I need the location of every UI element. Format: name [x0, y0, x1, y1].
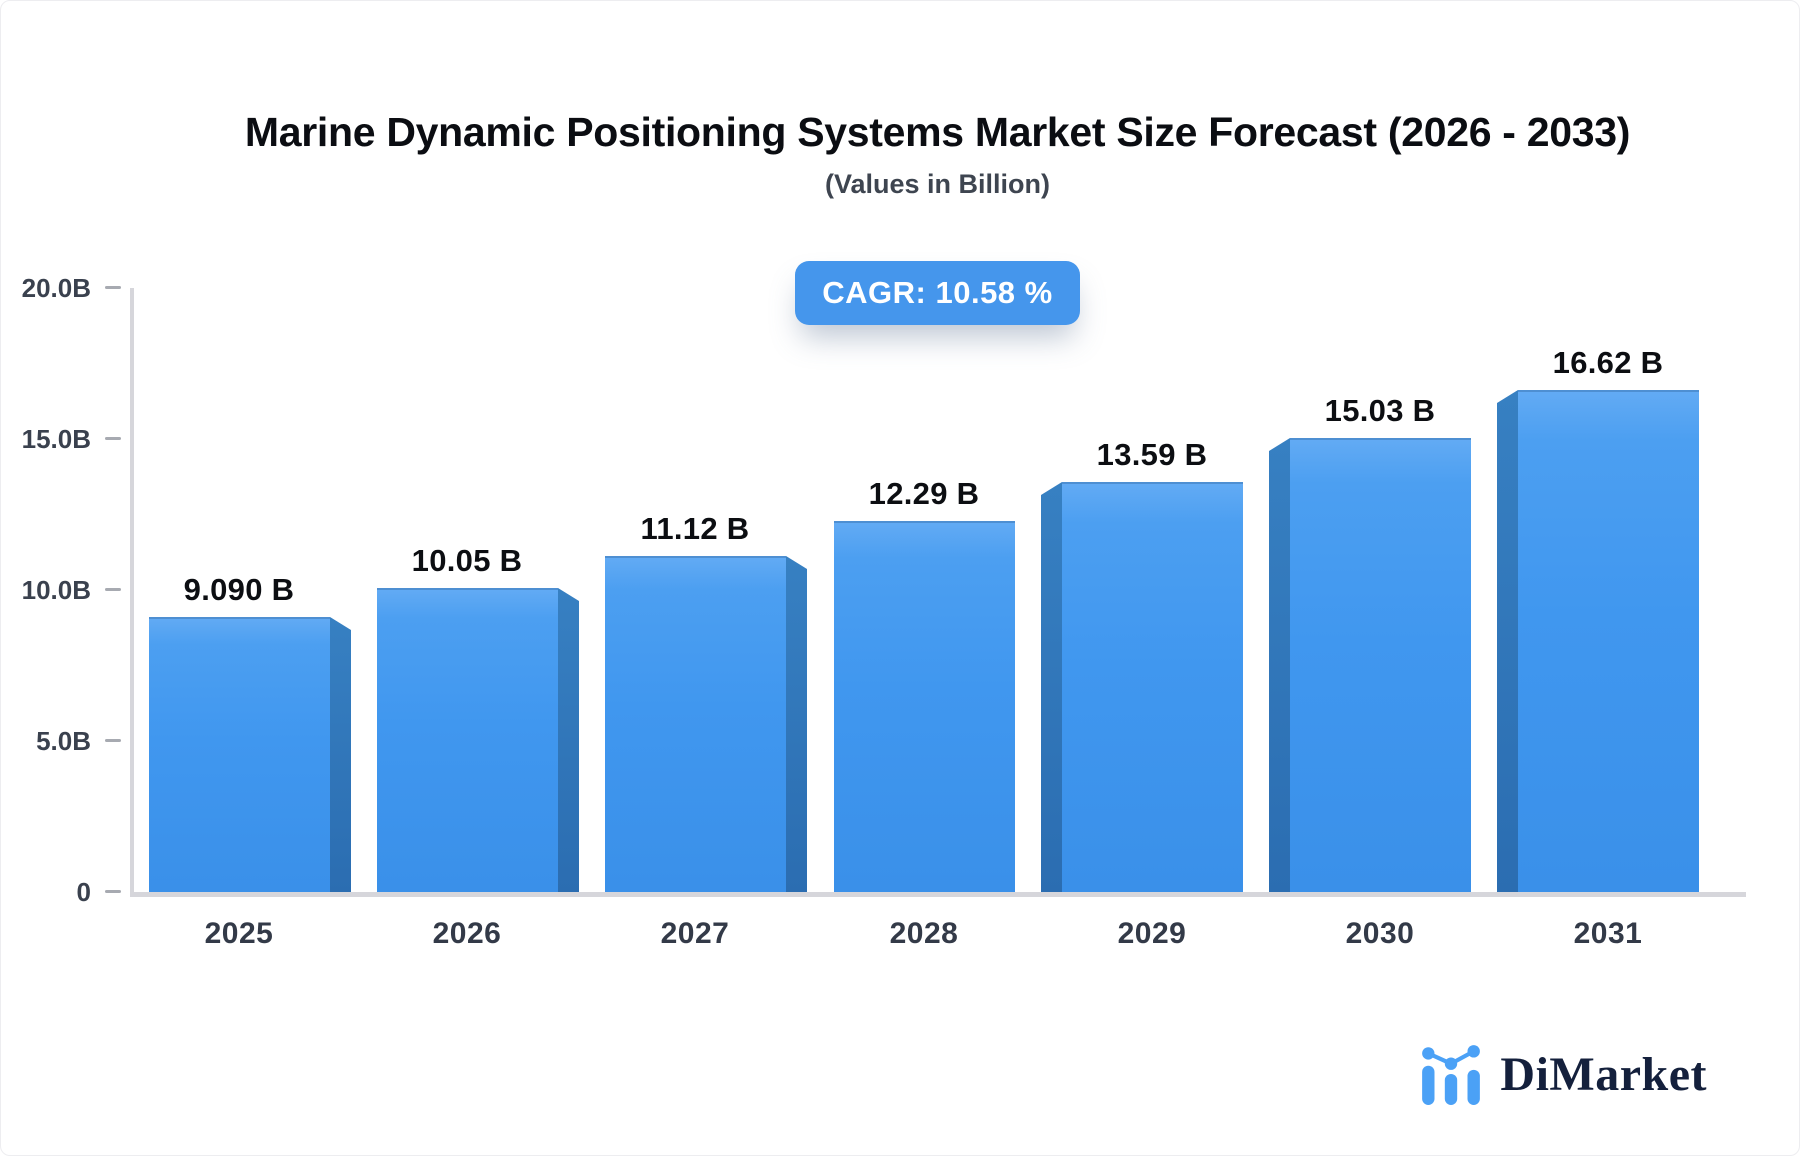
x-axis-label: 2026: [432, 917, 502, 950]
bar-value-label: 13.59 B: [1096, 437, 1208, 472]
bar-chart-logo-icon: [1422, 1045, 1481, 1105]
bar-2026: [377, 588, 579, 892]
logo-text: DiMarket: [1500, 1047, 1707, 1101]
y-axis-tick-label: 10.0B: [21, 575, 91, 605]
bar-2029: [1041, 482, 1243, 892]
x-axis-label: 2031: [1573, 917, 1643, 950]
bar-value-label: 10.05 B: [411, 543, 523, 578]
bar-2030: [1269, 438, 1471, 892]
bar-value-label: 9.090 B: [183, 572, 295, 607]
bar-value-label: 12.29 B: [868, 476, 980, 511]
x-axis-label: 2027: [660, 917, 730, 950]
y-axis-tick-label: 5.0B: [36, 726, 91, 756]
y-axis-tick-label: 20.0B: [21, 273, 91, 303]
bar-2031: [1497, 390, 1699, 892]
y-axis-tick-mark: [105, 286, 121, 289]
x-axis-label: 2028: [889, 917, 959, 950]
y-axis-tick-label: 0: [76, 877, 91, 907]
y-axis-tick-mark: [105, 588, 121, 591]
y-axis-tick-label: 15.0B: [21, 424, 91, 454]
x-axis-label: 2030: [1345, 917, 1415, 950]
chart-card: Marine Dynamic Positioning Systems Marke…: [0, 0, 1800, 1156]
x-axis-label: 2029: [1117, 917, 1187, 950]
bar-2027: [605, 556, 807, 892]
logo: DiMarket: [1418, 1041, 1707, 1107]
bar-chart-plot: 0 5.0B 10.0B 15.0B 20.0B 9.090 B 2025 10.05 B 20…: [1, 1, 1799, 1155]
y-axis-tick-mark: [105, 739, 121, 742]
x-axis-baseline: [130, 892, 1746, 897]
y-axis-tick-mark: [105, 890, 121, 893]
bar-2028: [834, 521, 1015, 892]
bar-value-label: 15.03 B: [1324, 393, 1436, 428]
bar-value-label: 11.12 B: [640, 511, 750, 546]
x-axis-label: 2025: [204, 917, 274, 950]
bar-value-label: 16.62 B: [1552, 345, 1664, 380]
bar-2025: [149, 617, 351, 892]
y-axis-tick-mark: [105, 437, 121, 440]
